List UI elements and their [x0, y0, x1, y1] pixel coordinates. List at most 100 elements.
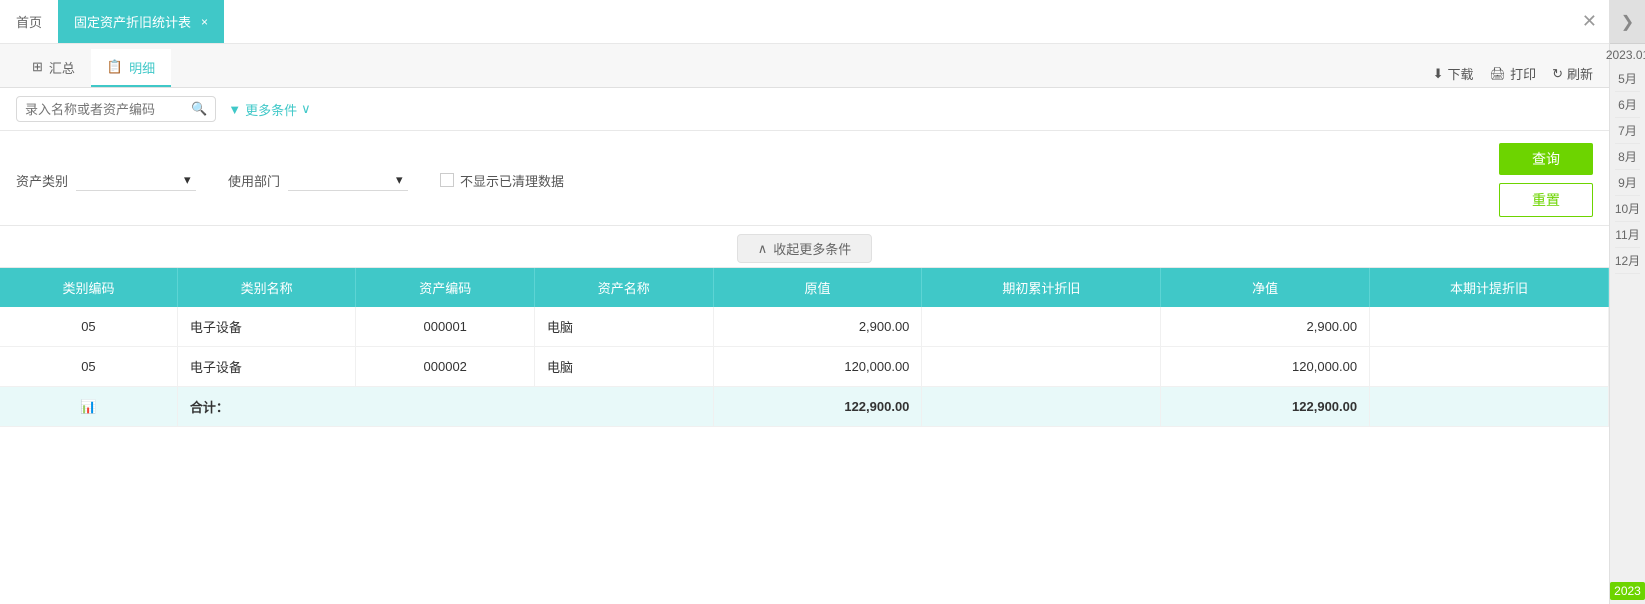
collapse-label: 收起更多条件 [773, 239, 851, 258]
sub-tabs-bar: ⊞ 汇总 📋 明细 ⬇ 下载 🖨 打印 ↻ 刷新 [0, 44, 1609, 88]
table-header-row: 类别编码 类别名称 资产编码 资产名称 原值 期初累计折旧 净值 本期计提折旧 [0, 268, 1609, 307]
asset-category-label: 资产类别 [16, 171, 68, 190]
collapse-bar: ∧ 收起更多条件 [0, 226, 1609, 268]
total-original-value: 122,900.00 [713, 387, 922, 427]
refresh-icon: ↻ [1552, 66, 1563, 82]
cell-asset-name: 电脑 [535, 307, 714, 347]
tab-label: 固定资产折旧统计表 [74, 12, 191, 31]
cell-net-value: 120,000.00 [1161, 347, 1370, 387]
cell-asset-name: 电脑 [535, 347, 714, 387]
download-icon: ⬇ [1433, 66, 1444, 82]
reset-button[interactable]: 重置 [1499, 183, 1593, 217]
date-display: 2023.01 [1598, 44, 1645, 66]
more-filter-label: 更多条件 [245, 100, 297, 119]
col-category-name: 类别名称 [177, 268, 356, 307]
filter-area: 资产类别 ▾ 使用部门 ▾ 不显示已清理数据 查询 重置 [0, 131, 1609, 226]
detail-tab-icon: 📋 [107, 59, 123, 75]
use-dept-select[interactable]: ▾ [288, 170, 408, 191]
summary-tab-label: 汇总 [49, 58, 75, 77]
collapse-button[interactable]: ∧ 收起更多条件 [737, 234, 873, 263]
detail-tab-label: 明细 [129, 58, 155, 77]
total-label: 合计： [177, 387, 713, 427]
more-filter-button[interactable]: ▼ 更多条件 ∨ [228, 100, 310, 119]
sidebar-expand-button[interactable]: ❯ [1610, 0, 1645, 44]
use-dept-dropdown-icon: ▾ [396, 172, 403, 188]
tab-close-button[interactable]: × [201, 15, 208, 29]
download-label: 下载 [1448, 64, 1474, 83]
col-accumulated-depreciation: 期初累计折旧 [922, 268, 1161, 307]
total-accumulated-depreciation [922, 387, 1161, 427]
total-current-depreciation [1370, 387, 1609, 427]
sidebar-month-item[interactable]: 9月 [1615, 170, 1640, 196]
total-icon: 📊 [80, 399, 96, 414]
checkbox-box[interactable] [440, 173, 454, 187]
cell-accumulated-depreciation [922, 307, 1161, 347]
print-icon: 🖨 [1490, 66, 1507, 82]
print-button[interactable]: 🖨 打印 [1490, 64, 1537, 83]
total-icon-cell: 📊 [0, 387, 177, 427]
print-label: 打印 [1510, 64, 1536, 83]
cell-asset-code: 000001 [356, 307, 535, 347]
data-table: 类别编码 类别名称 资产编码 资产名称 原值 期初累计折旧 净值 本期计提折旧 … [0, 268, 1609, 427]
sidebar-month-item[interactable]: 10月 [1615, 196, 1640, 222]
no-cleared-checkbox[interactable]: 不显示已清理数据 [440, 171, 564, 190]
cell-asset-code: 000002 [356, 347, 535, 387]
cell-accumulated-depreciation [922, 347, 1161, 387]
col-net-value: 净值 [1161, 268, 1370, 307]
cell-net-value: 2,900.00 [1161, 307, 1370, 347]
cell-current-depreciation [1370, 347, 1609, 387]
refresh-label: 刷新 [1567, 64, 1593, 83]
filter-row: 资产类别 ▾ 使用部门 ▾ 不显示已清理数据 查询 重置 [16, 143, 1593, 217]
right-sidebar: ❯ 2023.01 5月6月7月8月9月10月11月12月 2023 [1609, 0, 1645, 604]
sidebar-month-item[interactable]: 6月 [1615, 92, 1640, 118]
cell-category-name: 电子设备 [177, 307, 356, 347]
data-table-wrap: 类别编码 类别名称 资产编码 资产名称 原值 期初累计折旧 净值 本期计提折旧 … [0, 268, 1609, 604]
table-row: 05 电子设备 000002 电脑 120,000.00 120,000.00 [0, 347, 1609, 387]
use-dept-label: 使用部门 [228, 171, 280, 190]
tab-summary[interactable]: ⊞ 汇总 [16, 49, 91, 87]
col-original-value: 原值 [713, 268, 922, 307]
cell-current-depreciation [1370, 307, 1609, 347]
filter-icon: ▼ [228, 102, 241, 117]
sidebar-month-item[interactable]: 7月 [1615, 118, 1640, 144]
table-row: 05 电子设备 000001 电脑 2,900.00 2,900.00 [0, 307, 1609, 347]
col-asset-name: 资产名称 [535, 268, 714, 307]
collapse-up-icon: ∧ [758, 241, 768, 257]
active-tab[interactable]: 固定资产折旧统计表 × [58, 0, 224, 43]
tab-detail[interactable]: 📋 明细 [91, 49, 171, 87]
sidebar-months: 5月6月7月8月9月10月11月12月 [1615, 66, 1640, 582]
home-nav-item[interactable]: 首页 [0, 0, 58, 43]
query-button[interactable]: 查询 [1499, 143, 1593, 175]
window-close-button[interactable]: ✕ [1582, 11, 1609, 32]
col-asset-code: 资产编码 [356, 268, 535, 307]
download-button[interactable]: ⬇ 下载 [1433, 64, 1474, 83]
filter-buttons: 查询 重置 [1499, 143, 1593, 217]
action-buttons-area: ⬇ 下载 🖨 打印 ↻ 刷新 [1433, 64, 1593, 87]
chevron-down-icon: ∨ [301, 101, 311, 117]
sidebar-month-item[interactable]: 5月 [1615, 66, 1640, 92]
summary-tab-icon: ⊞ [32, 59, 43, 75]
refresh-button[interactable]: ↻ 刷新 [1552, 64, 1593, 83]
year-badge[interactable]: 2023 [1610, 582, 1645, 600]
sidebar-month-item[interactable]: 12月 [1615, 248, 1640, 274]
sidebar-month-item[interactable]: 8月 [1615, 144, 1640, 170]
no-cleared-label: 不显示已清理数据 [460, 171, 564, 190]
search-bar: 🔍 ▼ 更多条件 ∨ [0, 88, 1609, 131]
cell-original-value: 120,000.00 [713, 347, 922, 387]
sidebar-month-item[interactable]: 11月 [1615, 222, 1640, 248]
col-category-code: 类别编码 [0, 268, 177, 307]
total-net-value: 122,900.00 [1161, 387, 1370, 427]
cell-original-value: 2,900.00 [713, 307, 922, 347]
search-input[interactable] [25, 102, 185, 117]
search-icon: 🔍 [191, 101, 207, 117]
asset-category-filter: 资产类别 ▾ [16, 170, 196, 191]
col-current-depreciation: 本期计提折旧 [1370, 268, 1609, 307]
search-input-wrap[interactable]: 🔍 [16, 96, 216, 122]
cell-category-name: 电子设备 [177, 347, 356, 387]
asset-category-select[interactable]: ▾ [76, 170, 196, 191]
use-dept-filter: 使用部门 ▾ [228, 170, 408, 191]
total-row: 📊 合计： 122,900.00 122,900.00 [0, 387, 1609, 427]
sub-tabs-left: ⊞ 汇总 📋 明细 [16, 44, 171, 87]
asset-category-dropdown-icon: ▾ [184, 172, 191, 188]
cell-category-code: 05 [0, 307, 177, 347]
